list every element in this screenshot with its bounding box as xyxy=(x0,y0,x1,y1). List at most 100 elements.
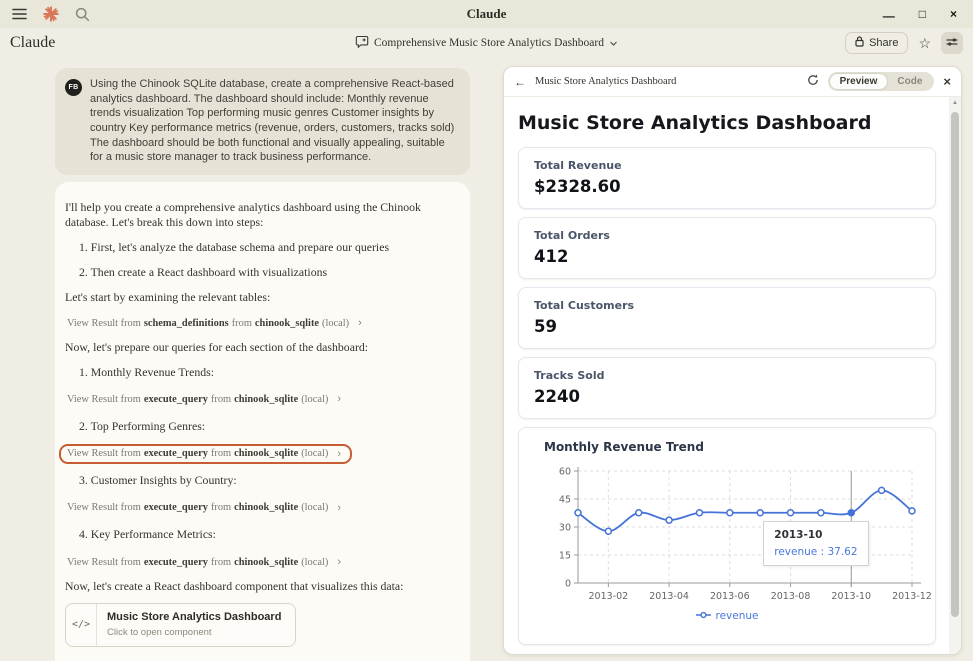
chat-column: FB Using the Chinook SQLite database, cr… xyxy=(55,68,470,661)
tool-result-row[interactable]: View Result from schema_definitions from… xyxy=(65,313,367,334)
chart-legend[interactable]: revenue xyxy=(532,610,922,622)
svg-text:15: 15 xyxy=(559,551,571,562)
close-icon[interactable]: × xyxy=(943,74,951,89)
artifact-title: Music Store Analytics Dashboard xyxy=(535,76,676,87)
preview-code-toggle: Preview Code xyxy=(828,72,935,91)
tool-row-scope: (local) xyxy=(301,447,328,461)
assistant-paragraph: Let's start by examining the relevant ta… xyxy=(65,290,460,306)
tool-row-db: chinook_sqlite xyxy=(234,393,298,407)
tool-result-row[interactable]: View Result from execute_query from chin… xyxy=(65,498,346,519)
kpi-card: Total Revenue $2328.60 xyxy=(518,147,936,209)
tab-code[interactable]: Code xyxy=(887,74,932,89)
svg-text:30: 30 xyxy=(559,523,571,534)
window-titlebar: Claude — □ × xyxy=(0,0,973,28)
claude-logo-icon[interactable] xyxy=(43,6,59,22)
svg-text:2013-04: 2013-04 xyxy=(649,591,689,602)
tool-row-source: schema_definitions xyxy=(144,317,229,331)
assistant-query-item: 3. Customer Insights by Country: xyxy=(65,473,460,489)
svg-text:0: 0 xyxy=(565,579,571,590)
artifact-content: Music Store Analytics Dashboard Total Re… xyxy=(504,97,961,654)
tool-row-mid: from xyxy=(211,447,231,461)
tool-row-prefix: View Result from xyxy=(67,501,141,515)
share-button[interactable]: Share xyxy=(845,32,908,54)
artifact-card-subtitle: Click to open component xyxy=(107,627,281,640)
assistant-message: I'll help you create a comprehensive ana… xyxy=(55,182,470,661)
kpi-value: 412 xyxy=(534,247,920,266)
tool-row-source: execute_query xyxy=(144,393,208,407)
chevron-right-icon: › xyxy=(358,316,362,331)
tool-row-prefix: View Result from xyxy=(67,556,141,570)
chart-title: Monthly Revenue Trend xyxy=(544,440,922,454)
user-avatar: FB xyxy=(65,79,82,96)
assistant-query-item: 2. Top Performing Genres: xyxy=(65,419,460,435)
svg-text:45: 45 xyxy=(559,495,571,506)
minimize-button[interactable]: — xyxy=(883,10,895,22)
assistant-step: 1. First, let's analyze the database sch… xyxy=(65,240,460,256)
legend-label: revenue xyxy=(716,610,759,622)
tool-row-prefix: View Result from xyxy=(67,393,141,407)
conversation-title-selector[interactable]: Comprehensive Music Store Analytics Dash… xyxy=(355,35,618,51)
app-toolbar: Claude Comprehensive Music Store Analyti… xyxy=(0,28,973,58)
tool-row-db: chinook_sqlite xyxy=(234,556,298,570)
artifact-header: ← Music Store Analytics Dashboard Previe… xyxy=(504,67,961,97)
tool-row-source: execute_query xyxy=(144,447,208,461)
tooltip-label: 2013-10 xyxy=(774,529,857,541)
tool-row-mid: from xyxy=(232,317,252,331)
tooltip-value: revenue : 37.62 xyxy=(774,546,857,558)
artifact-open-card[interactable]: </> Music Store Analytics Dashboard Clic… xyxy=(65,603,296,646)
scrollbar-thumb[interactable] xyxy=(951,112,959,617)
settings-sliders-button[interactable] xyxy=(941,32,963,54)
back-arrow-icon[interactable]: ← xyxy=(514,75,526,89)
kpi-label: Tracks Sold xyxy=(534,369,920,382)
close-button[interactable]: × xyxy=(950,8,957,20)
conversation-title: Comprehensive Music Store Analytics Dash… xyxy=(374,37,604,49)
search-icon[interactable] xyxy=(75,7,90,22)
user-message: FB Using the Chinook SQLite database, cr… xyxy=(55,68,470,175)
artifact-card-title: Music Store Analytics Dashboard xyxy=(107,610,281,625)
maximize-button[interactable]: □ xyxy=(919,8,926,20)
tool-row-source: execute_query xyxy=(144,556,208,570)
revenue-chart-card: Monthly Revenue Trend 0153045602013-0220… xyxy=(518,427,936,645)
share-label: Share xyxy=(869,37,898,49)
tool-row-db: chinook_sqlite xyxy=(234,447,298,461)
assistant-query-item: 4. Key Performance Metrics: xyxy=(65,527,460,543)
tool-row-mid: from xyxy=(211,501,231,515)
refresh-icon[interactable] xyxy=(807,73,819,91)
svg-text:2013-02: 2013-02 xyxy=(589,591,629,602)
claude-wordmark: Claude xyxy=(10,34,55,52)
dashboard-title: Music Store Analytics Dashboard xyxy=(518,112,947,134)
scrollbar: ▲ xyxy=(949,97,961,654)
kpi-card: Tracks Sold 2240 xyxy=(518,357,936,419)
assistant-paragraph: I'll help you create a comprehensive ana… xyxy=(65,200,460,231)
window-title: Claude xyxy=(0,6,973,22)
star-icon[interactable]: ☆ xyxy=(918,35,931,52)
tool-result-row[interactable]: View Result from execute_query from chin… xyxy=(65,552,346,573)
hamburger-menu-icon[interactable] xyxy=(12,8,27,20)
tool-row-mid: from xyxy=(211,393,231,407)
svg-text:2013-08: 2013-08 xyxy=(771,591,811,602)
tool-row-mid: from xyxy=(211,556,231,570)
chat-bubble-icon xyxy=(355,35,368,51)
assistant-query-item: 1. Monthly Revenue Trends: xyxy=(65,365,460,381)
chevron-down-icon xyxy=(610,37,618,49)
tool-row-db: chinook_sqlite xyxy=(255,317,319,331)
tool-result-row-highlighted[interactable]: View Result from execute_query from chin… xyxy=(59,444,352,465)
chart-area: 0153045602013-022013-042013-062013-08201… xyxy=(532,459,922,622)
main-area: FB Using the Chinook SQLite database, cr… xyxy=(0,58,973,661)
chevron-right-icon: › xyxy=(337,392,341,407)
user-message-text: Using the Chinook SQLite database, creat… xyxy=(90,77,458,165)
chart-tooltip: 2013-10 revenue : 37.62 xyxy=(763,521,868,566)
kpi-card: Total Customers 59 xyxy=(518,287,936,349)
tool-result-row[interactable]: View Result from execute_query from chin… xyxy=(65,389,346,410)
kpi-value: 2240 xyxy=(534,387,920,406)
tool-row-scope: (local) xyxy=(301,393,328,407)
legend-marker-icon xyxy=(696,610,711,622)
lock-icon xyxy=(855,36,864,50)
tab-preview[interactable]: Preview xyxy=(830,74,888,89)
scroll-up-arrow[interactable]: ▲ xyxy=(949,100,961,106)
tool-row-prefix: View Result from xyxy=(67,447,141,461)
kpi-value: 59 xyxy=(534,317,920,336)
artifact-panel: ← Music Store Analytics Dashboard Previe… xyxy=(503,66,962,655)
tool-row-db: chinook_sqlite xyxy=(234,501,298,515)
tool-row-scope: (local) xyxy=(301,501,328,515)
